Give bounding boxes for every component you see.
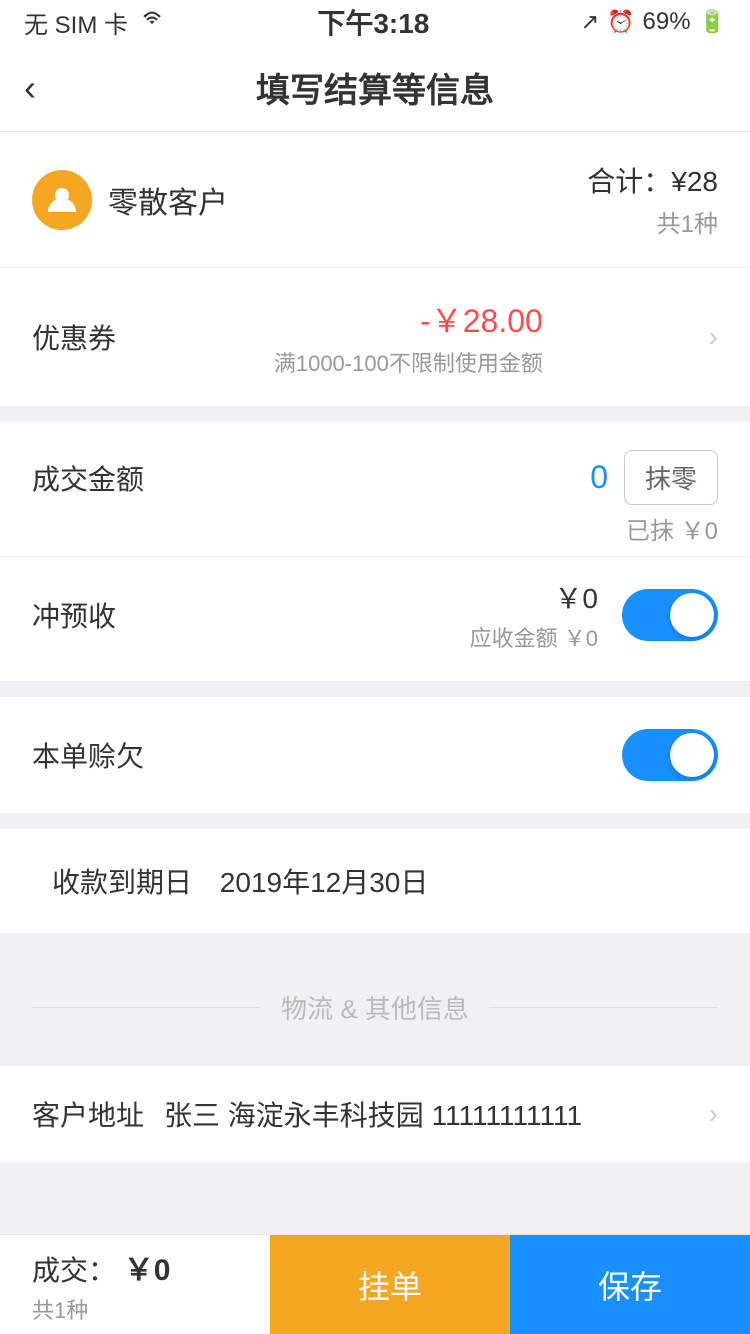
coupon-amount: -￥28.00 bbox=[274, 296, 543, 342]
prepay-amounts: ￥0 应收金额 ￥0 bbox=[470, 577, 598, 653]
divider-right bbox=[489, 1007, 718, 1008]
due-date-value: 2019年12月30日 bbox=[220, 867, 429, 898]
address-label: 客户地址 bbox=[32, 1094, 144, 1134]
prepay-label: 冲预收 bbox=[32, 595, 116, 635]
toggle-knob bbox=[670, 593, 714, 637]
coupon-label: 优惠券 bbox=[32, 317, 116, 357]
already-rounded: 已抹 ￥0 bbox=[32, 511, 718, 546]
transaction-right: 0 抹零 bbox=[144, 450, 718, 505]
address-section: 客户地址 张三 海淀永丰科技园 11111111111 › bbox=[0, 1066, 750, 1162]
nav-bar: ‹ 填写结算等信息 bbox=[0, 44, 750, 132]
due-date-section: 收款到期日 2019年12月30日 bbox=[0, 829, 750, 933]
save-button[interactable]: 保存 bbox=[510, 1235, 750, 1334]
deal-amount: ￥0 bbox=[124, 1254, 171, 1287]
bottom-summary: 成交： ￥0 共1种 bbox=[0, 1245, 270, 1325]
prepay-sub-amount: 应收金额 ￥0 bbox=[470, 621, 598, 653]
status-left: 无 SIM 卡 bbox=[24, 5, 166, 40]
prepay-right: ￥0 应收金额 ￥0 bbox=[470, 577, 718, 653]
bottom-bar: 成交： ￥0 共1种 挂单 保存 bbox=[0, 1234, 750, 1334]
coupon-row[interactable]: 优惠券 -￥28.00 满1000-100不限制使用金额 › bbox=[0, 267, 750, 406]
round-off-button[interactable]: 抹零 bbox=[624, 450, 718, 505]
address-chevron-icon: › bbox=[709, 1098, 718, 1130]
status-right: ↗ ⏰ 69% 🔋 bbox=[581, 8, 726, 36]
debit-toggle[interactable] bbox=[622, 729, 718, 781]
hold-button-label: 挂单 bbox=[358, 1262, 422, 1308]
due-date-label: 收款到期日 bbox=[52, 867, 192, 898]
avatar bbox=[32, 170, 92, 230]
bottom-count: 共1种 bbox=[32, 1293, 238, 1325]
debit-toggle-knob bbox=[670, 733, 714, 777]
back-button[interactable]: ‹ bbox=[24, 67, 36, 109]
logistics-label: 物流 & 其他信息 bbox=[261, 989, 489, 1026]
hold-button[interactable]: 挂单 bbox=[270, 1235, 510, 1334]
debit-label: 本单赊欠 bbox=[32, 735, 144, 775]
customer-name: 零散客户 bbox=[108, 178, 228, 222]
wifi-icon bbox=[138, 8, 166, 36]
logistics-divider: 物流 & 其他信息 bbox=[0, 949, 750, 1066]
address-value: 张三 海淀永丰科技园 11111111111 bbox=[164, 1094, 689, 1134]
chevron-right-icon: › bbox=[709, 321, 718, 353]
prepay-toggle[interactable] bbox=[622, 589, 718, 641]
coupon-desc: 满1000-100不限制使用金额 bbox=[274, 346, 543, 378]
customer-section: 零散客户 合计：¥28 共1种 优惠券 -￥28.00 满1000-100不限制… bbox=[0, 132, 750, 406]
debit-section: 本单赊欠 bbox=[0, 697, 750, 813]
due-date-row: 收款到期日 2019年12月30日 bbox=[0, 829, 750, 933]
coupon-right: -￥28.00 满1000-100不限制使用金额 bbox=[274, 296, 543, 378]
status-bar: 无 SIM 卡 下午3:18 ↗ ⏰ 69% 🔋 bbox=[0, 0, 750, 44]
customer-left: 零散客户 bbox=[32, 170, 228, 230]
bottom-deal: 成交： ￥0 bbox=[32, 1245, 238, 1289]
battery-label: 69% bbox=[643, 8, 691, 36]
deal-label: 成交： bbox=[32, 1255, 116, 1286]
divider-left bbox=[32, 1007, 261, 1008]
location-icon: ↗ bbox=[581, 9, 599, 35]
logistics-label-container: 物流 & 其他信息 bbox=[0, 969, 750, 1046]
carrier-label: 无 SIM 卡 bbox=[24, 5, 128, 40]
prepay-row: 冲预收 ￥0 应收金额 ￥0 bbox=[0, 556, 750, 681]
battery-icon: 🔋 bbox=[699, 9, 726, 35]
total-count: 共1种 bbox=[587, 204, 718, 239]
customer-row: 零散客户 合计：¥28 共1种 bbox=[0, 132, 750, 267]
transaction-amount: 0 bbox=[590, 459, 608, 496]
save-button-label: 保存 bbox=[598, 1262, 662, 1308]
prepay-amount: ￥0 bbox=[470, 577, 598, 617]
time-label: 下午3:18 bbox=[317, 2, 429, 42]
total-amount: 合计：¥28 bbox=[587, 160, 718, 200]
transaction-label: 成交金额 bbox=[32, 458, 144, 498]
transaction-section: 成交金额 0 抹零 已抹 ￥0 冲预收 ￥0 应收金额 ￥0 bbox=[0, 422, 750, 681]
transaction-row: 成交金额 0 抹零 bbox=[32, 450, 718, 505]
page-title: 填写结算等信息 bbox=[256, 63, 494, 112]
alarm-icon: ⏰ bbox=[607, 9, 634, 35]
address-row[interactable]: 客户地址 张三 海淀永丰科技园 11111111111 › bbox=[0, 1066, 750, 1162]
customer-right: 合计：¥28 共1种 bbox=[587, 160, 718, 239]
